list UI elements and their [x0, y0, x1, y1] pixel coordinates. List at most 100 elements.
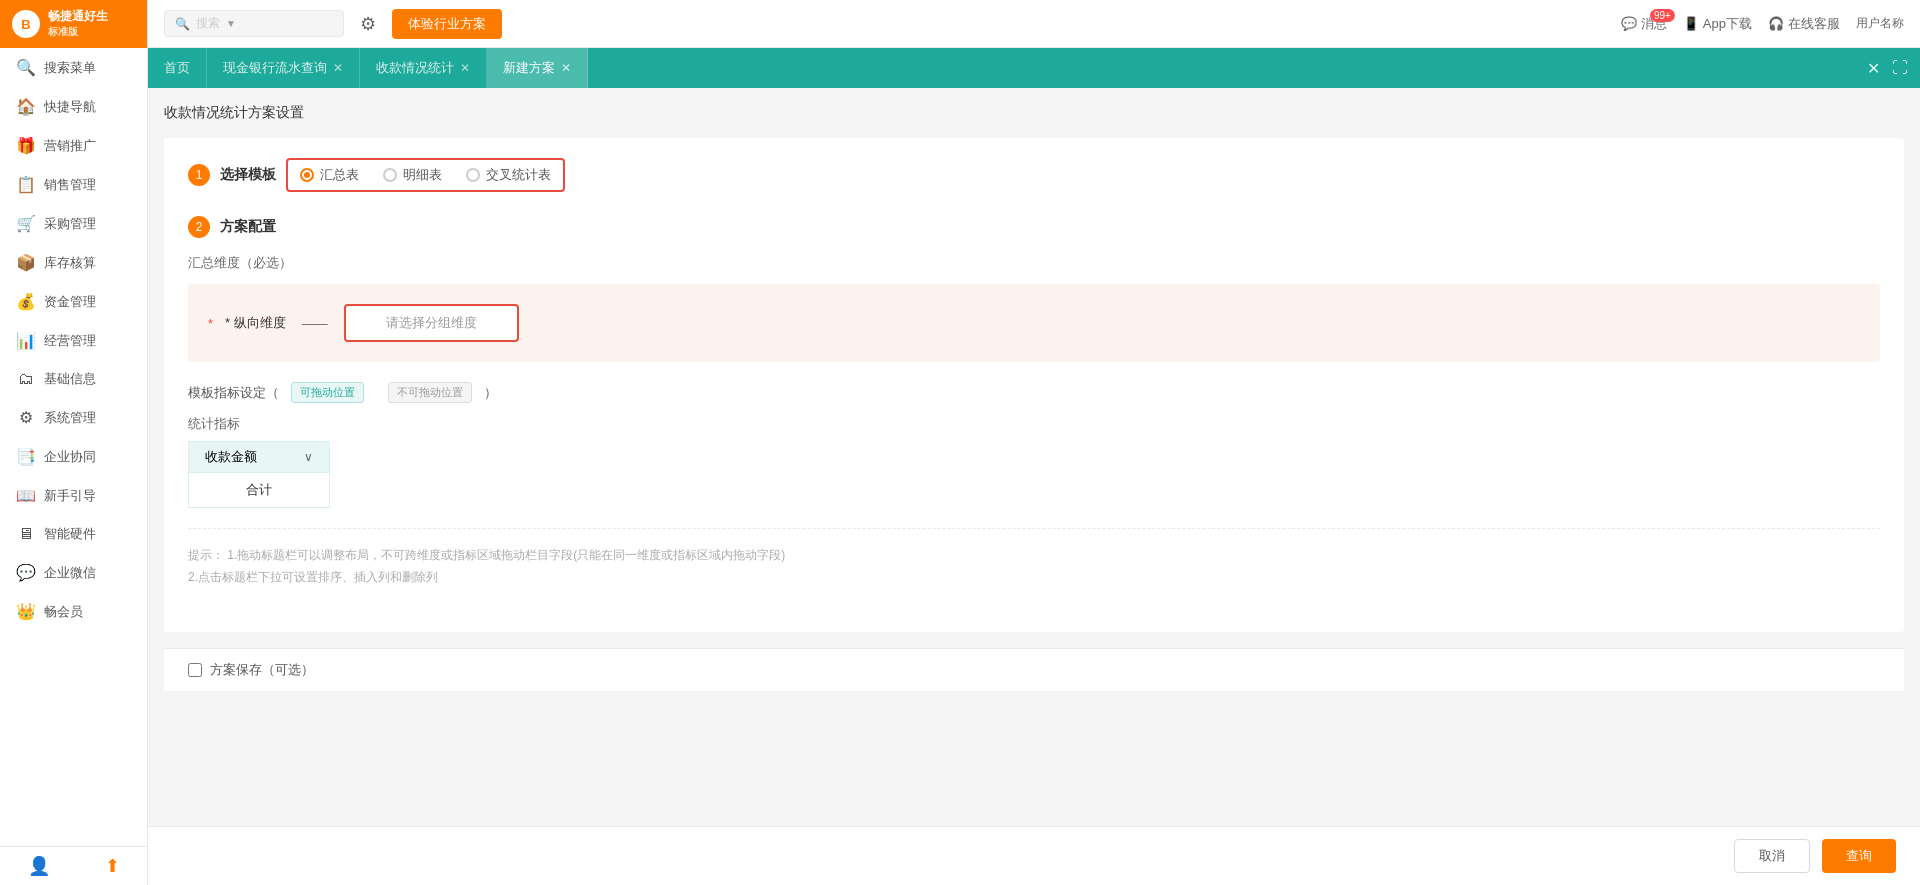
sidebar-item-hardware[interactable]: 🖥 智能硬件 [0, 515, 147, 553]
radio-detail[interactable]: 明细表 [383, 166, 442, 184]
main-area: 🔍 搜索 ▼ ⚙ 体验行业方案 💬 消息 99+ 📱 App下载 🎧 在线客服 … [148, 0, 1920, 885]
sidebar-label-basic: 基础信息 [44, 370, 96, 388]
sidebar-icon-wechat: 💬 [16, 563, 36, 582]
sidebar-label-search-menu: 搜索菜单 [44, 59, 96, 77]
step2-title: 方案配置 [220, 218, 276, 236]
service-label: 在线客服 [1788, 15, 1840, 33]
tab-receipt-stats-label: 收款情况统计 [376, 59, 454, 77]
sidebar-icon-basic: 🗂 [16, 370, 36, 388]
sidebar-label-purchase: 采购管理 [44, 215, 96, 233]
sidebar-item-system[interactable]: ⚙ 系统管理 [0, 398, 147, 437]
indicator-close-paren: ） [484, 384, 497, 402]
sidebar-icon-operation: 📊 [16, 331, 36, 350]
sidebar-item-operation[interactable]: 📊 经营管理 [0, 321, 147, 360]
sidebar-icon-guide: 📖 [16, 486, 36, 505]
tab-expand-icon[interactable]: ⛶ [1892, 59, 1908, 77]
logo-icon: B [12, 10, 40, 38]
download-icon: 📱 [1683, 16, 1699, 31]
sidebar-icon-finance: 💰 [16, 292, 36, 311]
save-checkbox[interactable] [188, 663, 202, 677]
sidebar-item-search-menu[interactable]: 🔍 搜索菜单 [0, 48, 147, 87]
action-bar: 取消 查询 [148, 826, 1920, 885]
sidebar-label-sales: 销售管理 [44, 176, 96, 194]
sidebar-icon-system: ⚙ [16, 408, 36, 427]
sidebar-item-inventory[interactable]: 📦 库存核算 [0, 243, 147, 282]
indicator-setting: 模板指标设定（ 可拖动位置 不可拖动位置 ） 统计指标 收款金额 ∨ [188, 382, 1880, 508]
user-info[interactable]: 用户名称 [1856, 15, 1904, 32]
sidebar-bottom-user[interactable]: 👤 [28, 855, 50, 877]
stats-subtotal: 合计 [189, 472, 329, 507]
logo-sub: 标准版 [48, 25, 108, 39]
sidebar-icon-quick-nav: 🏠 [16, 97, 36, 116]
tab-receipt-stats[interactable]: 收款情况统计 ✕ [360, 48, 487, 88]
radio-cross[interactable]: 交叉统计表 [466, 166, 551, 184]
sidebar-icon-member: 👑 [16, 602, 36, 621]
sidebar-bottom-up[interactable]: ⬆ [105, 855, 120, 877]
tab-receipt-stats-close[interactable]: ✕ [460, 61, 470, 75]
service-btn[interactable]: 🎧 在线客服 [1768, 15, 1840, 33]
message-icon: 💬 [1621, 16, 1637, 31]
sidebar-item-purchase[interactable]: 🛒 采购管理 [0, 204, 147, 243]
hint-area: 提示： 1.拖动标题栏可以调整布局，不可跨维度或指标区域拖动栏目字段(只能在同一… [188, 528, 1880, 588]
sidebar: B 畅捷通好生 标准版 🔍 搜索菜单 🏠 快捷导航 🎁 营销推广 📋 销售管理 … [0, 0, 148, 885]
page-title: 收款情况统计方案设置 [164, 104, 1904, 122]
message-badge: 99+ [1650, 9, 1675, 22]
sidebar-item-finance[interactable]: 💰 资金管理 [0, 282, 147, 321]
sidebar-item-cooperation[interactable]: 📑 企业协同 [0, 437, 147, 476]
template-radio-group: 汇总表 明细表 交叉统计表 [286, 158, 565, 192]
stats-label: 统计指标 [188, 415, 1880, 433]
stats-header-cell: 收款金额 ∨ [189, 442, 329, 472]
topbar-search[interactable]: 🔍 搜索 ▼ [164, 10, 344, 37]
settings-icon[interactable]: ⚙ [360, 13, 376, 35]
download-btn[interactable]: 📱 App下载 [1683, 15, 1752, 33]
sidebar-item-member[interactable]: 👑 畅会员 [0, 592, 147, 631]
radio-summary[interactable]: 汇总表 [300, 166, 359, 184]
query-button[interactable]: 查询 [1822, 839, 1896, 873]
radio-cross-label: 交叉统计表 [486, 166, 551, 184]
sidebar-icon-purchase: 🛒 [16, 214, 36, 233]
logo-name: 畅捷通好生 [48, 9, 108, 25]
footer-save-section: 方案保存（可选） [164, 648, 1904, 691]
sidebar-item-basic[interactable]: 🗂 基础信息 [0, 360, 147, 398]
hint-2: 2.点击标题栏下拉可设置排序、插入列和删除列 [188, 567, 1880, 589]
tab-bank-flow-label: 现金银行流水查询 [223, 59, 327, 77]
sidebar-label-cooperation: 企业协同 [44, 448, 96, 466]
sidebar-label-marketing: 营销推广 [44, 137, 96, 155]
tab-home-label: 首页 [164, 59, 190, 77]
sidebar-item-sales[interactable]: 📋 销售管理 [0, 165, 147, 204]
sidebar-label-wechat: 企业微信 [44, 564, 96, 582]
dimension-selector-text: 请选择分组维度 [386, 315, 477, 330]
cancel-button[interactable]: 取消 [1734, 839, 1810, 873]
tab-bank-flow-close[interactable]: ✕ [333, 61, 343, 75]
tab-new-plan-close[interactable]: ✕ [561, 61, 571, 75]
tag-draggable: 可拖动位置 [291, 382, 364, 403]
tab-home[interactable]: 首页 [148, 48, 207, 88]
sidebar-item-guide[interactable]: 📖 新手引导 [0, 476, 147, 515]
trial-btn[interactable]: 体验行业方案 [392, 9, 502, 39]
topbar: 🔍 搜索 ▼ ⚙ 体验行业方案 💬 消息 99+ 📱 App下载 🎧 在线客服 … [148, 0, 1920, 48]
stats-dropdown-icon[interactable]: ∨ [304, 450, 313, 464]
message-btn[interactable]: 💬 消息 99+ [1621, 15, 1667, 33]
sidebar-label-inventory: 库存核算 [44, 254, 96, 272]
sidebar-item-marketing[interactable]: 🎁 营销推广 [0, 126, 147, 165]
tab-new-plan[interactable]: 新建方案 ✕ [487, 48, 588, 88]
dimension-row: * * 纵向维度 —— 请选择分组维度 [208, 304, 1860, 342]
tab-close-all-icon[interactable]: ✕ [1867, 59, 1880, 78]
sidebar-label-member: 畅会员 [44, 603, 83, 621]
main-panel: 1 选择模板 汇总表 明细表 交叉统计表 [164, 138, 1904, 632]
dimension-title: 汇总维度（必选） [188, 254, 1880, 272]
download-label: App下载 [1703, 15, 1752, 33]
sidebar-label-operation: 经营管理 [44, 332, 96, 350]
dimension-arrow: —— [302, 316, 328, 331]
sidebar-label-hardware: 智能硬件 [44, 525, 96, 543]
step2-number: 2 [188, 216, 210, 238]
step2-section: 2 方案配置 汇总维度（必选） * * 纵向维度 —— 请选择分组维度 [188, 216, 1880, 588]
dimension-selector[interactable]: 请选择分组维度 [344, 304, 519, 342]
tab-bank-flow[interactable]: 现金银行流水查询 ✕ [207, 48, 360, 88]
step1-section: 1 选择模板 汇总表 明细表 交叉统计表 [188, 158, 1880, 192]
topbar-right: 💬 消息 99+ 📱 App下载 🎧 在线客服 用户名称 [1621, 15, 1904, 33]
sidebar-label-system: 系统管理 [44, 409, 96, 427]
sidebar-item-wechat[interactable]: 💬 企业微信 [0, 553, 147, 592]
sidebar-item-quick-nav[interactable]: 🏠 快捷导航 [0, 87, 147, 126]
indicator-title-text: 模板指标设定（ [188, 384, 279, 402]
